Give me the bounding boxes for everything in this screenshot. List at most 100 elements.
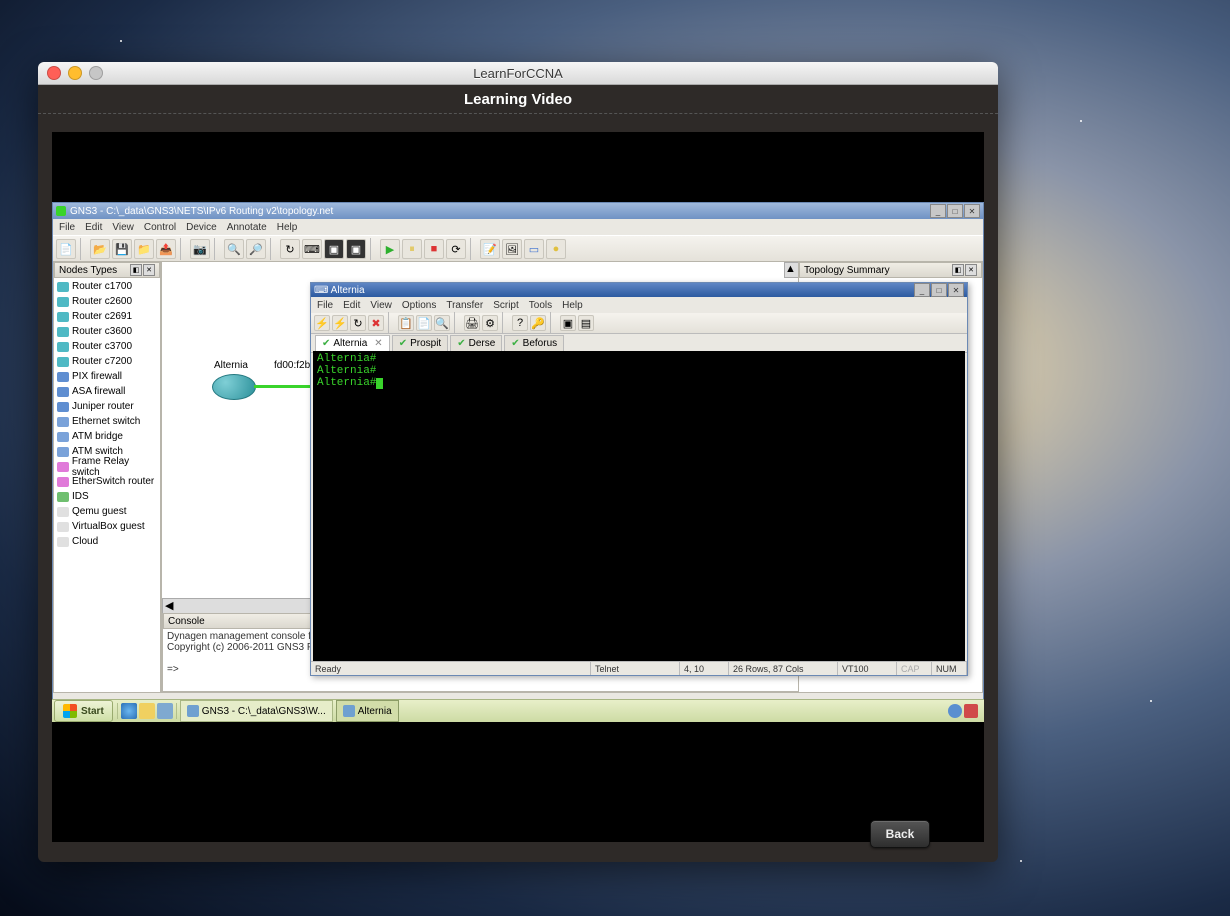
term-menu-view[interactable]: View: [370, 300, 392, 311]
close-icon[interactable]: ✕: [948, 283, 964, 297]
nodes-list[interactable]: Router c1700Router c2600Router c2691Rout…: [54, 278, 160, 550]
zoom-out-icon[interactable]: 🔎: [246, 239, 266, 259]
folder-icon[interactable]: 📁: [134, 239, 154, 259]
new-icon[interactable]: 📄: [56, 239, 76, 259]
reconnect-icon[interactable]: ↻: [350, 315, 366, 331]
taskbar-item[interactable]: Alternia: [336, 700, 399, 722]
node-type-item[interactable]: Qemu guest: [55, 504, 159, 519]
terminal-output[interactable]: Alternia#Alternia#Alternia#: [313, 351, 965, 661]
video-player[interactable]: GNS3 - C:\_data\GNS3\NETS\IPv6 Routing v…: [52, 132, 984, 842]
stop-icon[interactable]: ■: [424, 239, 444, 259]
terminal-tab[interactable]: ✔Alternia✕: [315, 335, 390, 352]
panel-float-icon[interactable]: ◧: [952, 264, 964, 276]
telnet-icon[interactable]: ⌨: [302, 239, 322, 259]
panel-close-icon[interactable]: ✕: [965, 264, 977, 276]
term-menu-transfer[interactable]: Transfer: [446, 300, 483, 311]
back-button[interactable]: Back: [870, 820, 930, 848]
terminal-menubar[interactable]: File Edit View Options Transfer Script T…: [311, 297, 967, 313]
term-menu-file[interactable]: File: [317, 300, 333, 311]
rectangle-icon[interactable]: ▭: [524, 239, 544, 259]
terminal-tab[interactable]: ✔Derse: [450, 335, 502, 352]
quick-connect-icon[interactable]: ⚡: [332, 315, 348, 331]
terminal-window[interactable]: ⌨ Alternia _ □ ✕ File Edit View Options …: [310, 282, 968, 676]
topology-panel-header[interactable]: Topology Summary ◧✕: [799, 262, 982, 278]
tray-info-icon[interactable]: [948, 704, 962, 718]
panel-float-icon[interactable]: ◧: [130, 264, 142, 276]
terminal-tab[interactable]: ✔Prospit: [392, 335, 449, 352]
connect-icon[interactable]: ⚡: [314, 315, 330, 331]
menu-annotate[interactable]: Annotate: [227, 222, 267, 233]
new-tab-icon[interactable]: ▣: [560, 315, 576, 331]
maximize-icon[interactable]: □: [947, 204, 963, 218]
menu-view[interactable]: View: [112, 222, 134, 233]
node-type-item[interactable]: PIX firewall: [55, 369, 159, 384]
menu-control[interactable]: Control: [144, 222, 176, 233]
desktop-icon[interactable]: [157, 703, 173, 719]
session-icon[interactable]: ▤: [578, 315, 594, 331]
node-type-item[interactable]: Router c7200: [55, 354, 159, 369]
image-icon[interactable]: 🖼: [502, 239, 522, 259]
refresh-icon[interactable]: ↻: [280, 239, 300, 259]
router-icon[interactable]: [212, 374, 256, 400]
terminal-titlebar[interactable]: ⌨ Alternia _ □ ✕: [311, 283, 967, 297]
maximize-icon[interactable]: □: [931, 283, 947, 297]
node-type-item[interactable]: Juniper router: [55, 399, 159, 414]
node-type-item[interactable]: Router c3600: [55, 324, 159, 339]
ie-icon[interactable]: [121, 703, 137, 719]
panel-close-icon[interactable]: ✕: [143, 264, 155, 276]
menu-device[interactable]: Device: [186, 222, 217, 233]
term-menu-options[interactable]: Options: [402, 300, 436, 311]
node-type-item[interactable]: Router c1700: [55, 279, 159, 294]
terminal-tab[interactable]: ✔Beforus: [504, 335, 564, 352]
mac-titlebar[interactable]: LearnForCCNA: [38, 62, 998, 85]
taskbar-item[interactable]: GNS3 - C:\_data\GNS3\W...: [180, 700, 333, 722]
ellipse-icon[interactable]: ●: [546, 239, 566, 259]
menu-file[interactable]: File: [59, 222, 75, 233]
tray-shield-icon[interactable]: [964, 704, 978, 718]
start-button[interactable]: Start: [54, 700, 113, 722]
note-icon[interactable]: 📝: [480, 239, 500, 259]
node-type-item[interactable]: Cloud: [55, 534, 159, 549]
gns3-menubar[interactable]: File Edit View Control Device Annotate H…: [53, 219, 983, 235]
node-type-item[interactable]: Ethernet switch: [55, 414, 159, 429]
screenshot-icon[interactable]: 📷: [190, 239, 210, 259]
term-menu-help[interactable]: Help: [562, 300, 583, 311]
save-icon[interactable]: 💾: [112, 239, 132, 259]
print-icon[interactable]: 🖨: [464, 315, 480, 331]
term-menu-edit[interactable]: Edit: [343, 300, 360, 311]
menu-edit[interactable]: Edit: [85, 222, 102, 233]
node-type-item[interactable]: EtherSwitch router: [55, 474, 159, 489]
node-type-item[interactable]: VirtualBox guest: [55, 519, 159, 534]
nodes-panel-header[interactable]: Nodes Types ◧✕: [54, 262, 160, 278]
pause-icon[interactable]: ⏸: [402, 239, 422, 259]
console-all-icon[interactable]: ▣: [324, 239, 344, 259]
play-icon[interactable]: ▶: [380, 239, 400, 259]
export-icon[interactable]: 📤: [156, 239, 176, 259]
minimize-icon[interactable]: _: [930, 204, 946, 218]
close-icon[interactable]: ✕: [964, 204, 980, 218]
node-type-item[interactable]: ATM bridge: [55, 429, 159, 444]
term-menu-script[interactable]: Script: [493, 300, 519, 311]
node-type-item[interactable]: Router c2600: [55, 294, 159, 309]
gns3-titlebar[interactable]: GNS3 - C:\_data\GNS3\NETS\IPv6 Routing v…: [53, 203, 983, 219]
tab-close-icon[interactable]: ✕: [374, 338, 382, 349]
menu-help[interactable]: Help: [277, 222, 298, 233]
paste-icon[interactable]: 📄: [416, 315, 432, 331]
open-icon[interactable]: 📂: [90, 239, 110, 259]
node-type-item[interactable]: Router c2691: [55, 309, 159, 324]
term-menu-tools[interactable]: Tools: [529, 300, 552, 311]
zoom-in-icon[interactable]: 🔍: [224, 239, 244, 259]
node-type-item[interactable]: IDS: [55, 489, 159, 504]
node-type-item[interactable]: ASA firewall: [55, 384, 159, 399]
minimize-icon[interactable]: _: [914, 283, 930, 297]
node-type-item[interactable]: Frame Relay switch: [55, 459, 159, 474]
disconnect-icon[interactable]: ✖: [368, 315, 384, 331]
properties-icon[interactable]: ⚙: [482, 315, 498, 331]
find-icon[interactable]: 🔍: [434, 315, 450, 331]
terminal-icon[interactable]: ▣: [346, 239, 366, 259]
copy-icon[interactable]: 📋: [398, 315, 414, 331]
help-icon[interactable]: ?: [512, 315, 528, 331]
reload-icon[interactable]: ⟳: [446, 239, 466, 259]
node-type-item[interactable]: Router c3700: [55, 339, 159, 354]
explorer-icon[interactable]: [139, 703, 155, 719]
